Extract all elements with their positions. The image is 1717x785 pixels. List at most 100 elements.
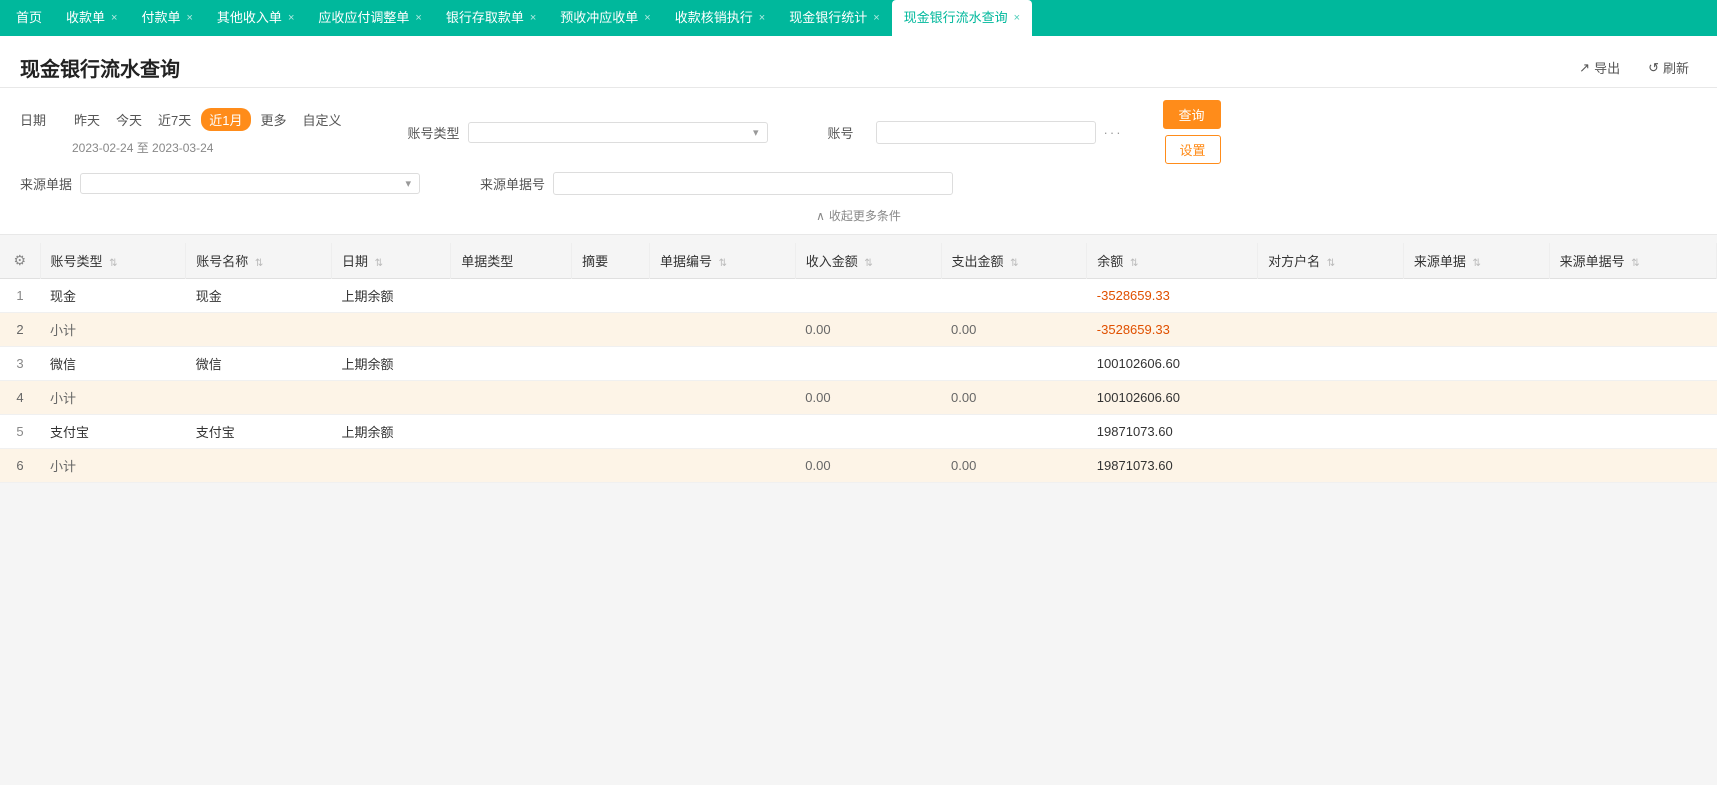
cell-source-doc (1403, 415, 1549, 449)
cell-date (332, 313, 451, 347)
cell-summary (572, 381, 650, 415)
nav-cash-bank-stats[interactable]: 现金银行统计 × (777, 0, 891, 36)
cell-account-type: 支付宝 (40, 415, 186, 449)
action-buttons: 查询 设置 (1163, 100, 1221, 164)
close-icon[interactable]: × (186, 0, 192, 36)
th-source-doc-no[interactable]: 来源单据号 ⇅ (1549, 243, 1716, 279)
cell-account-type: 微信 (40, 347, 186, 381)
account-input[interactable] (876, 121, 1096, 144)
close-icon[interactable]: × (1014, 0, 1020, 36)
cell-account-type: 小计 (40, 313, 186, 347)
th-account-type[interactable]: 账号类型 ⇅ (40, 243, 186, 279)
nav-payment[interactable]: 付款单 × (129, 0, 204, 36)
cell-doc-type (451, 381, 572, 415)
cell-date: 上期余额 (332, 279, 451, 313)
nav-collection-exec[interactable]: 收款核销执行 × (663, 0, 777, 36)
cell-income: 0.00 (795, 381, 941, 415)
date-opt-1month[interactable]: 近1月 (201, 108, 250, 131)
cell-doc-type (451, 347, 572, 381)
th-date[interactable]: 日期 ⇅ (332, 243, 451, 279)
page-title: 现金银行流水查询 (20, 53, 180, 82)
cell-source-doc-no (1549, 279, 1716, 313)
th-account-name[interactable]: 账号名称 ⇅ (186, 243, 332, 279)
close-icon[interactable]: × (288, 0, 294, 36)
cell-date: 上期余额 (332, 347, 451, 381)
account-type-label: 账号类型 (408, 123, 460, 142)
account-type-select[interactable]: ▾ (468, 122, 768, 143)
cell-doc-no (650, 415, 796, 449)
cell-balance: 100102606.60 (1087, 381, 1258, 415)
collapse-up-icon: ∧ (816, 209, 825, 223)
th-counterpart[interactable]: 对方户名 ⇅ (1258, 243, 1404, 279)
date-opt-more[interactable]: 更多 (255, 108, 293, 131)
filter-area: 日期 昨天 今天 近7天 近1月 更多 自定义 2023-02-24 至 202… (0, 88, 1717, 235)
source-doc-select[interactable]: ▾ (80, 173, 420, 194)
cell-date: 上期余额 (332, 415, 451, 449)
th-balance[interactable]: 余额 ⇅ (1087, 243, 1258, 279)
nav-other-income[interactable]: 其他收入单 × (205, 0, 306, 36)
cell-balance: 19871073.60 (1087, 449, 1258, 483)
source-doc-no-label: 来源单据号 (480, 174, 545, 193)
close-icon[interactable]: × (759, 0, 765, 36)
date-opt-custom[interactable]: 自定义 (297, 108, 348, 131)
th-source-doc[interactable]: 来源单据 ⇅ (1403, 243, 1549, 279)
sort-icon: ⇅ (1130, 258, 1138, 269)
close-icon[interactable]: × (111, 0, 117, 36)
nav-ap-ar-adjust[interactable]: 应收应付调整单 × (306, 0, 433, 36)
nav-cash-bank-flow[interactable]: 现金银行流水查询 × (892, 0, 1032, 36)
th-summary[interactable]: 摘要 (572, 243, 650, 279)
close-icon[interactable]: × (873, 0, 879, 36)
nav-home[interactable]: 首页 (4, 0, 54, 36)
cell-account-name (186, 381, 332, 415)
refresh-button[interactable]: ↺ 刷新 (1640, 54, 1697, 81)
cell-doc-type (451, 313, 572, 347)
cell-balance: 19871073.60 (1087, 415, 1258, 449)
cell-source-doc (1403, 313, 1549, 347)
th-doc-no[interactable]: 单据编号 ⇅ (650, 243, 796, 279)
nav-bank-deposit[interactable]: 银行存取款单 × (434, 0, 548, 36)
sort-icon: ⇅ (1010, 258, 1018, 269)
cell-doc-type (451, 415, 572, 449)
cell-income (795, 347, 941, 381)
sort-icon: ⇅ (375, 258, 383, 269)
date-label: 日期 (20, 110, 60, 129)
close-icon[interactable]: × (530, 0, 536, 36)
th-expense[interactable]: 支出金额 ⇅ (941, 243, 1087, 279)
row-number: 2 (0, 313, 40, 347)
date-opt-7days[interactable]: 近7天 (152, 108, 197, 131)
export-button[interactable]: ↗ 导出 (1571, 54, 1628, 81)
nav-receipt[interactable]: 收款单 × (54, 0, 129, 36)
cell-counterpart (1258, 279, 1404, 313)
date-opt-yesterday[interactable]: 昨天 (68, 108, 106, 131)
nav-advance-offset[interactable]: 预收冲应收单 × (548, 0, 662, 36)
collapse-bar[interactable]: ∧ 收起更多条件 (20, 203, 1697, 226)
cell-balance: 100102606.60 (1087, 347, 1258, 381)
cell-balance: -3528659.33 (1087, 313, 1258, 347)
close-icon[interactable]: × (415, 0, 421, 36)
date-range-display: 2023-02-24 至 2023-03-24 (72, 141, 213, 155)
date-opt-today[interactable]: 今天 (110, 108, 148, 131)
th-doc-type[interactable]: 单据类型 (451, 243, 572, 279)
cell-account-type: 现金 (40, 279, 186, 313)
page-header: 现金银行流水查询 ↗ 导出 ↺ 刷新 (0, 36, 1717, 88)
table-body: 1 现金 现金 上期余额 -3528659.33 2 小计 0.00 0.00 … (0, 279, 1717, 483)
query-button[interactable]: 查询 (1163, 100, 1221, 129)
cell-account-name: 微信 (186, 347, 332, 381)
th-gear[interactable]: ⚙ (0, 243, 40, 279)
th-income[interactable]: 收入金额 ⇅ (795, 243, 941, 279)
cell-summary (572, 313, 650, 347)
row-number: 4 (0, 381, 40, 415)
cell-source-doc (1403, 449, 1549, 483)
cell-source-doc (1403, 347, 1549, 381)
more-dots-icon[interactable]: ··· (1104, 125, 1123, 140)
cell-account-type: 小计 (40, 381, 186, 415)
cell-source-doc-no (1549, 381, 1716, 415)
close-icon[interactable]: × (644, 0, 650, 36)
settings-button[interactable]: 设置 (1165, 135, 1221, 164)
table-row: 4 小计 0.00 0.00 100102606.60 (0, 381, 1717, 415)
chevron-down-icon: ▾ (753, 126, 759, 139)
source-doc-no-input[interactable] (553, 172, 953, 195)
cell-doc-no (650, 381, 796, 415)
cell-summary (572, 279, 650, 313)
gear-icon[interactable]: ⚙ (13, 252, 26, 268)
